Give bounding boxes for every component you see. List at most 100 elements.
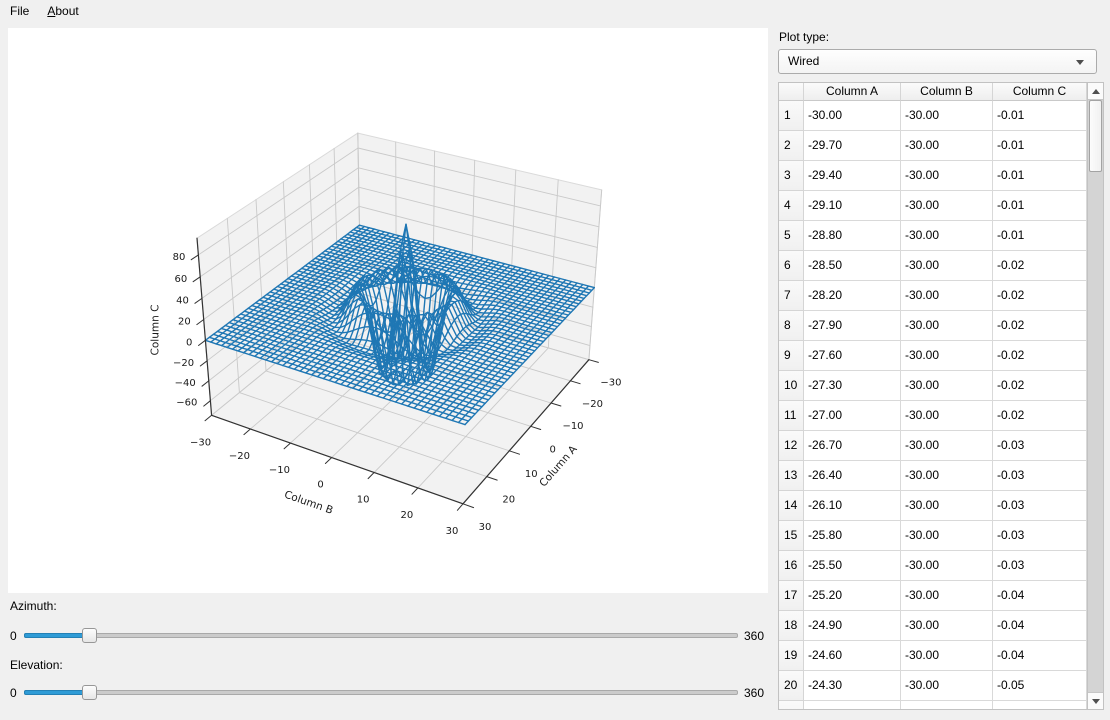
table-cell[interactable]: -30.00	[901, 581, 993, 611]
corner-header-cell[interactable]	[779, 83, 804, 101]
table-cell[interactable]	[804, 701, 901, 710]
table-cell[interactable]: -30.00	[901, 551, 993, 581]
table-cell[interactable]: -30.00	[901, 101, 993, 131]
table-cell[interactable]: -30.00	[901, 281, 993, 311]
table-cell[interactable]: -27.00	[804, 401, 901, 431]
table-cell[interactable]: -26.10	[804, 491, 901, 521]
table-cell[interactable]: -29.70	[804, 131, 901, 161]
table-cell[interactable]	[993, 701, 1087, 710]
table-cell[interactable]: -29.40	[804, 161, 901, 191]
table-cell[interactable]: -24.60	[804, 641, 901, 671]
row-number-header[interactable]: 14	[779, 491, 804, 521]
plot-canvas[interactable]: −30−20−100102030−30−20−100102030−60−40−2…	[8, 28, 768, 593]
table-cell[interactable]: -30.00	[901, 161, 993, 191]
column-header-a[interactable]: Column A	[804, 83, 901, 101]
row-number-header[interactable]: 20	[779, 671, 804, 701]
row-number-header[interactable]: 3	[779, 161, 804, 191]
table-cell[interactable]: -30.00	[901, 641, 993, 671]
row-number-header[interactable]: 15	[779, 521, 804, 551]
elevation-slider-handle[interactable]	[82, 685, 97, 700]
table-cell[interactable]: -30.00	[901, 611, 993, 641]
row-number-header[interactable]: 8	[779, 311, 804, 341]
row-number-header[interactable]: 13	[779, 461, 804, 491]
table-cell[interactable]: -30.00	[901, 251, 993, 281]
table-cell[interactable]	[901, 701, 993, 710]
row-number-header[interactable]: 4	[779, 191, 804, 221]
menu-item-file[interactable]: File	[1, 1, 38, 21]
table-cell[interactable]: -30.00	[901, 461, 993, 491]
table-cell[interactable]: -30.00	[804, 101, 901, 131]
row-number-header[interactable]: 19	[779, 641, 804, 671]
table-cell[interactable]: -24.30	[804, 671, 901, 701]
table-cell[interactable]: -0.02	[993, 371, 1087, 401]
row-number-header[interactable]: 5	[779, 221, 804, 251]
table-cell[interactable]: -0.02	[993, 311, 1087, 341]
table-cell[interactable]: -30.00	[901, 491, 993, 521]
row-number-header[interactable]: 9	[779, 341, 804, 371]
table-cell[interactable]: -0.01	[993, 191, 1087, 221]
table-cell[interactable]: -30.00	[901, 671, 993, 701]
row-number-header[interactable]: 1	[779, 101, 804, 131]
table-cell[interactable]: -0.01	[993, 101, 1087, 131]
table-cell[interactable]: -28.80	[804, 221, 901, 251]
table-cell[interactable]: -0.04	[993, 641, 1087, 671]
row-number-header[interactable]	[779, 701, 804, 710]
table-cell[interactable]: -0.01	[993, 161, 1087, 191]
table-cell[interactable]: -28.50	[804, 251, 901, 281]
table-cell[interactable]: -0.03	[993, 461, 1087, 491]
row-number-header[interactable]: 12	[779, 431, 804, 461]
row-number-header[interactable]: 18	[779, 611, 804, 641]
scrollbar-thumb[interactable]	[1089, 100, 1102, 172]
row-number-header[interactable]: 16	[779, 551, 804, 581]
table-cell[interactable]: -0.01	[993, 131, 1087, 161]
table-cell[interactable]: -0.02	[993, 251, 1087, 281]
table-cell[interactable]: -27.30	[804, 371, 901, 401]
row-number-header[interactable]: 6	[779, 251, 804, 281]
table-cell[interactable]: -0.04	[993, 581, 1087, 611]
row-number-header[interactable]: 7	[779, 281, 804, 311]
table-cell[interactable]: -0.03	[993, 521, 1087, 551]
table-cell[interactable]: -0.01	[993, 221, 1087, 251]
table-cell[interactable]: -25.20	[804, 581, 901, 611]
table-cell[interactable]: -25.50	[804, 551, 901, 581]
table-cell[interactable]: -26.40	[804, 461, 901, 491]
table-cell[interactable]: -0.03	[993, 431, 1087, 461]
table-cell[interactable]: -0.02	[993, 401, 1087, 431]
table-cell[interactable]: -27.90	[804, 311, 901, 341]
table-cell[interactable]: -30.00	[901, 221, 993, 251]
table-cell[interactable]: -30.00	[901, 431, 993, 461]
table-cell[interactable]: -30.00	[901, 311, 993, 341]
table-cell[interactable]: -26.70	[804, 431, 901, 461]
table-cell[interactable]: -0.05	[993, 671, 1087, 701]
table-cell[interactable]: -30.00	[901, 191, 993, 221]
table-cell[interactable]: -0.02	[993, 281, 1087, 311]
column-header-c[interactable]: Column C	[993, 83, 1087, 101]
table-cell[interactable]: -27.60	[804, 341, 901, 371]
azimuth-slider-handle[interactable]	[82, 628, 97, 643]
table-cell[interactable]: -0.03	[993, 551, 1087, 581]
menu-item-about[interactable]: About	[38, 1, 87, 21]
row-number-header[interactable]: 2	[779, 131, 804, 161]
table-cell[interactable]: -25.80	[804, 521, 901, 551]
row-number-header[interactable]: 17	[779, 581, 804, 611]
table-cell[interactable]: -30.00	[901, 131, 993, 161]
vertical-scrollbar[interactable]	[1087, 83, 1103, 709]
plot-type-combobox[interactable]: Wired	[778, 49, 1097, 74]
scroll-down-button[interactable]	[1088, 692, 1103, 709]
table-cell[interactable]: -29.10	[804, 191, 901, 221]
elevation-slider-track[interactable]	[24, 690, 738, 695]
table-cell[interactable]: -30.00	[901, 401, 993, 431]
table-cell[interactable]: -28.20	[804, 281, 901, 311]
row-number-header[interactable]: 10	[779, 371, 804, 401]
azimuth-slider-track[interactable]	[24, 633, 738, 638]
table-cell[interactable]: -0.03	[993, 491, 1087, 521]
column-header-b[interactable]: Column B	[901, 83, 993, 101]
table-cell[interactable]: -0.04	[993, 611, 1087, 641]
table-cell[interactable]: -30.00	[901, 521, 993, 551]
scroll-up-button[interactable]	[1088, 83, 1103, 100]
table-cell[interactable]: -30.00	[901, 341, 993, 371]
row-number-header[interactable]: 11	[779, 401, 804, 431]
table-cell[interactable]: -30.00	[901, 371, 993, 401]
table-cell[interactable]: -24.90	[804, 611, 901, 641]
table-cell[interactable]: -0.02	[993, 341, 1087, 371]
